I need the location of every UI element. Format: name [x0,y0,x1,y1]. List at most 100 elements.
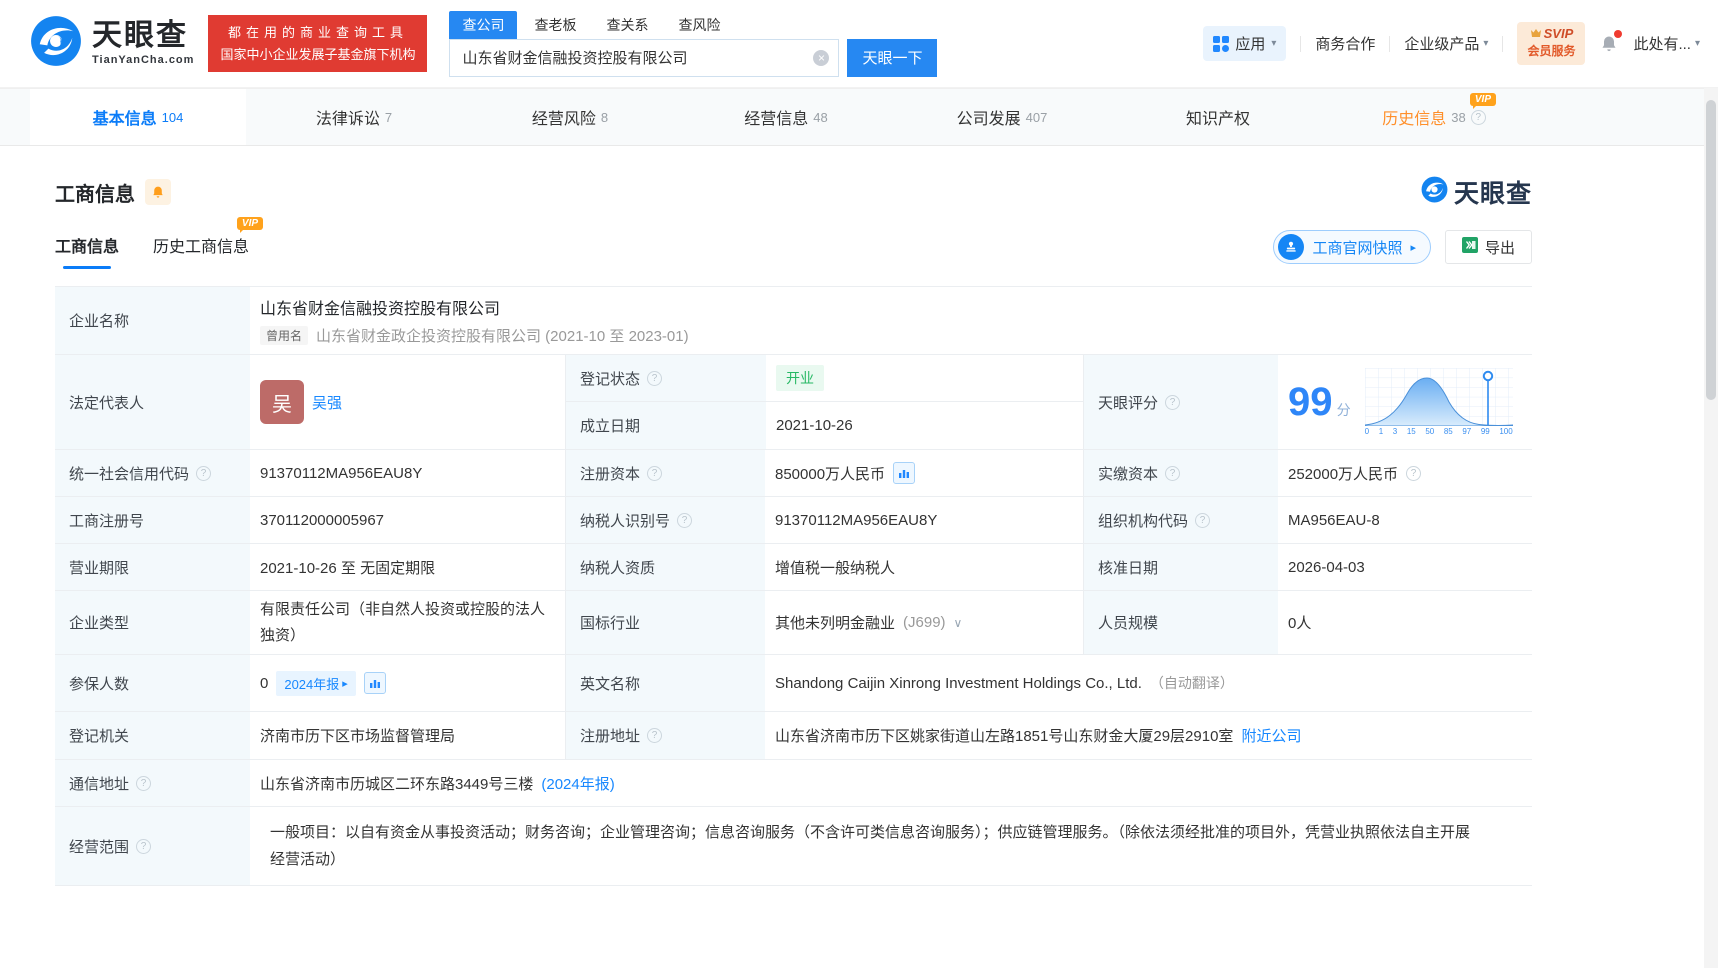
mailing-address-label-cell: 通信地址 ? [55,760,250,806]
status-cell: 开业 [766,355,1084,402]
tab-history-info[interactable]: VIP 历史信息 38 ? [1326,89,1542,145]
help-icon[interactable]: ? [647,728,663,743]
industry-value: 其他未列明金融业 [775,615,896,632]
annual-report-link[interactable]: (2024年报) [541,773,614,794]
legal-rep-cell: 吴 吴强 [250,355,565,449]
business-info-section: 工商信息 天眼查 工商信息 VIP 历史工商信息 工商官网快照 ▸ 导出 企业名… [55,174,1532,886]
help-icon[interactable]: ? [647,465,663,481]
table-row: 经营范围 ? 一般项目：以自有资金从事投资活动；财务咨询；企业管理咨询；信息咨询… [55,807,1532,886]
help-icon[interactable]: ? [1406,465,1422,481]
subtab-business-info[interactable]: 工商信息 [55,233,119,269]
export-button[interactable]: 导出 [1444,230,1532,264]
monitor-bell-icon[interactable] [145,179,171,205]
reg-capital-label: 注册资本 [580,465,641,483]
table-row: 登记机关 济南市历下区市场监督管理局 注册地址 ? 山东省济南市历下区姚家街道山… [55,712,1532,760]
search-button[interactable]: 天眼一下 [847,38,938,77]
help-icon[interactable]: ? [647,370,663,386]
tianyancha-logo[interactable]: 天眼查 TianYanCha.com [30,15,194,72]
apps-menu[interactable]: 应用 ▾ [1203,26,1287,61]
search-input[interactable] [449,38,840,77]
snapshot-label: 工商官网快照 [1312,239,1403,257]
table-row: 企业名称 山东省财金信融投资控股有限公司 曾用名 山东省财金政企投资控股有限公司… [55,287,1532,355]
watermark-logo-icon [1421,176,1448,208]
clear-search-icon[interactable]: × [813,49,830,66]
subtab-history-business-info[interactable]: VIP 历史工商信息 [153,217,264,269]
taxpayer-quality-value: 增值税一般纳税人 [775,559,896,577]
help-icon[interactable]: ? [136,838,152,854]
help-icon[interactable]: ? [1470,109,1486,125]
help-icon[interactable]: ? [196,465,212,481]
taxpayer-id-label: 纳税人识别号 [580,512,671,530]
search-tab-company[interactable]: 查公司 [449,10,518,39]
tab-operation-risk[interactable]: 经营风险 8 [462,89,678,145]
tianyancha-logo-icon [30,15,82,72]
tab-label: 经营信息 [744,111,809,128]
company-type-label: 企业类型 [55,591,250,654]
notification-bell-icon[interactable] [1599,29,1623,55]
divider [1502,35,1504,52]
scrollbar-track[interactable] [1704,88,1718,968]
tab-label: 历史信息 [1382,111,1447,128]
company-name-cell: 山东省财金信融投资控股有限公司 曾用名 山东省财金政企投资控股有限公司 (202… [250,287,1532,354]
insured-chart-icon[interactable] [363,672,386,694]
score-cell: 99 分 0 1 3 15 50 85 97 99 100 [1278,355,1532,449]
help-icon[interactable]: ? [677,512,693,528]
topbar: 天眼查 TianYanCha.com 都在用的商业查询工具 国家中小企业发展子基… [0,0,1718,88]
table-row: 营业期限 2021-10-26 至 无固定期限 纳税人资质 增值税一般纳税人 核… [55,544,1532,591]
chevron-down-icon[interactable]: ∨ [954,616,963,630]
main-tabbar: 基本信息 104 法律诉讼 7 经营风险 8 经营信息 48 公司发展 407 … [0,88,1718,146]
nearby-companies-link[interactable]: 附近公司 [1241,725,1301,746]
subtab-label: 历史工商信息 [153,239,250,256]
reg-capital-label-cell: 注册资本 ? [565,450,765,496]
mailing-address-cell: 山东省济南市历城区二环东路3449号三楼 (2024年报) [250,760,1532,806]
tab-operation-info[interactable]: 经营信息 48 [678,89,894,145]
mailing-address-label: 通信地址 [69,775,130,793]
tab-company-development[interactable]: 公司发展 407 [894,89,1110,145]
tab-basic-info[interactable]: 基本信息 104 [30,89,246,145]
status-date-block: 登记状态 ? 开业 成立日期 2021-10-26 [565,355,1084,449]
uscc-value: 91370112MA956EAU8Y [260,464,423,482]
reg-capital-value: 850000万人民币 [775,465,886,483]
tab-label: 知识产权 [1185,111,1250,128]
search-block: 查公司 查老板 查关系 查风险 × 天眼一下 [449,10,938,77]
business-scope-label-cell: 经营范围 ? [55,807,250,885]
svip-member-button[interactable]: SVIP 会员服务 [1517,22,1586,65]
reg-capital-cell: 850000万人民币 [765,450,1083,496]
nav-enterprise-products[interactable]: 企业级产品 ▾ [1404,33,1488,54]
org-code-label: 组织机构代码 [1098,512,1189,530]
search-tab-risk[interactable]: 查风险 [665,11,733,39]
tab-count: 104 [161,109,184,125]
watermark-logo: 天眼查 [1421,174,1532,210]
help-icon[interactable]: ? [1165,394,1181,410]
status-label: 登记状态 [580,370,641,388]
capital-chart-icon[interactable] [893,462,916,484]
tab-label: 法律诉讼 [315,111,380,128]
tab-intellectual-property[interactable]: 知识产权 [1110,89,1326,145]
watermark-text: 天眼查 [1453,180,1532,208]
help-icon[interactable]: ? [136,775,152,791]
legal-rep-link[interactable]: 吴强 [312,392,342,413]
tab-legal-proceedings[interactable]: 法律诉讼 7 [246,89,462,145]
nav-business-cooperation[interactable]: 商务合作 [1315,33,1375,54]
help-icon[interactable]: ? [1165,465,1181,481]
slogan-line1: 都在用的商业查询工具 [227,25,408,41]
scrollbar-thumb[interactable] [1706,100,1716,400]
crown-icon [1530,26,1542,42]
annual-report-label: 2024年报 [284,676,340,692]
search-tab-relation[interactable]: 查关系 [593,11,661,39]
help-icon[interactable]: ? [1195,512,1211,528]
official-snapshot-button[interactable]: 工商官网快照 ▸ [1273,230,1431,264]
score-distribution-chart: 0 1 3 15 50 85 97 99 100 [1364,368,1513,436]
caret-down-icon: ▾ [1271,38,1277,49]
topnav: 应用 ▾ 商务合作 企业级产品 ▾ SVIP 会员服务 此处有... ▾ [1203,22,1700,65]
nav-more[interactable]: 此处有... ▾ [1633,33,1700,54]
table-row: 参保人数 0 2024年报 ▸ 英文名称 Shandong Caijin Xin… [55,655,1532,712]
excel-icon [1461,237,1478,257]
taxpayer-id-value: 91370112MA956EAU8Y [775,511,938,529]
search-tab-boss[interactable]: 查老板 [521,11,589,39]
tab-count: 38 [1451,109,1466,125]
status-badge: 开业 [776,365,824,391]
annual-report-tag[interactable]: 2024年报 ▸ [276,670,356,696]
slogan-line2: 国家中小企业发展子基金旗下机构 [220,46,416,62]
legal-rep-avatar[interactable]: 吴 [260,380,304,424]
